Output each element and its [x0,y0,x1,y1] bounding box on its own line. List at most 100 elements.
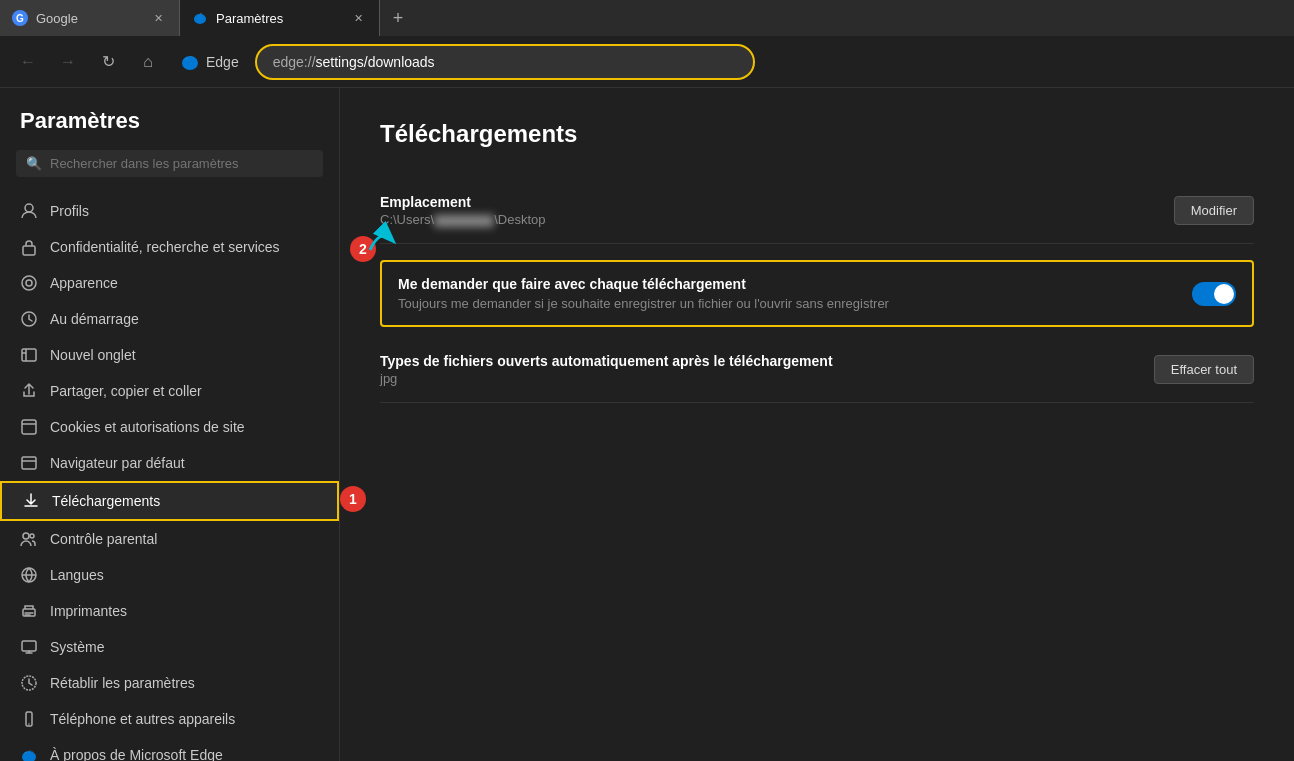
tab-google[interactable]: G Google ✕ [0,0,180,36]
ask-setting-row: Me demander que faire avec chaque téléch… [380,260,1254,327]
sidebar-item-navigateur[interactable]: Navigateur par défaut [0,445,339,481]
address-path: settings/downloads [316,54,435,70]
forward-icon: → [60,53,76,71]
sidebar-item-apropos[interactable]: À propos de Microsoft Edge [0,737,339,761]
svg-rect-7 [22,349,36,361]
svg-point-4 [22,276,36,290]
svg-point-18 [22,751,36,761]
modifier-button[interactable]: Modifier [1174,196,1254,225]
svg-point-0 [194,14,206,24]
sidebar-item-telechargements[interactable]: Téléchargements [0,481,339,521]
sidebar-item-profils[interactable]: Profils [0,193,339,229]
sidebar-item-demarrage[interactable]: Au démarrage [0,301,339,337]
imprimantes-icon [20,602,38,620]
controle-parental-icon [20,530,38,548]
search-box[interactable]: 🔍 [16,150,323,177]
auto-open-label: Types de fichiers ouverts automatiquemen… [380,353,833,369]
new-tab-button[interactable]: + [380,0,416,36]
sidebar-item-telephone[interactable]: Téléphone et autres appareils [0,701,339,737]
edge-label: Edge [206,54,239,70]
sidebar-item-systeme-label: Système [50,639,104,655]
sidebar-title: Paramètres [0,108,339,150]
profils-icon [20,202,38,220]
auto-open-section: Types de fichiers ouverts automatiquemen… [380,337,1254,403]
partager-icon [20,382,38,400]
home-button[interactable]: ⌂ [132,46,164,78]
edge-tab-icon [192,10,208,26]
titlebar: G Google ✕ Paramètres ✕ + [0,0,1294,36]
telephone-icon [20,710,38,728]
effacer-tout-button[interactable]: Effacer tout [1154,355,1254,384]
sidebar-item-langues[interactable]: Langues [0,557,339,593]
back-button[interactable]: ← [12,46,44,78]
forward-button[interactable]: → [52,46,84,78]
sidebar-item-partager[interactable]: Partager, copier et coller [0,373,339,409]
toggle-knob [1214,284,1234,304]
sidebar-item-apparence-label: Apparence [50,275,118,291]
address-bar[interactable]: edge://settings/downloads [255,44,755,80]
auto-open-value: jpg [380,371,833,386]
svg-rect-3 [23,246,35,255]
svg-point-10 [23,533,29,539]
sidebar-item-apparence[interactable]: Apparence [0,265,339,301]
tab-parametres[interactable]: Paramètres ✕ [180,0,380,36]
systeme-icon [20,638,38,656]
cookies-icon [20,418,38,436]
sidebar-item-imprimantes-label: Imprimantes [50,603,127,619]
svg-rect-8 [22,420,36,434]
ask-setting-left: Me demander que faire avec chaque téléch… [398,276,1192,311]
sidebar-item-systeme[interactable]: Système [0,629,339,665]
svg-point-1 [182,56,198,70]
address-text: edge://settings/downloads [273,54,737,70]
tab-google-close[interactable]: ✕ [149,9,167,27]
path-prefix: C:\Users\ [380,212,434,227]
apparence-icon [20,274,38,292]
edge-logo-icon [180,52,200,72]
emplacement-label: Emplacement [380,194,545,210]
emplacement-row: Emplacement C:\Users\ \Desktop Modifier [380,178,1254,244]
path-suffix: \Desktop [494,212,545,227]
sidebar-item-controle-parental-label: Contrôle parental [50,531,157,547]
emplacement-left: Emplacement C:\Users\ \Desktop [380,194,545,227]
nouvel-onglet-icon [20,346,38,364]
sidebar-item-nouvel-onglet[interactable]: Nouvel onglet [0,337,339,373]
sidebar-item-cookies[interactable]: Cookies et autorisations de site [0,409,339,445]
sidebar-item-navigateur-label: Navigateur par défaut [50,455,185,471]
emplacement-section: Emplacement C:\Users\ \Desktop Modifier [380,178,1254,244]
ask-setting-toggle[interactable] [1192,282,1236,306]
tab-google-label: Google [36,11,78,26]
auto-open-left: Types de fichiers ouverts automatiquemen… [380,353,833,386]
sidebar-item-retablir[interactable]: Rétablir les paramètres [0,665,339,701]
svg-point-2 [25,204,33,212]
ask-setting-sub: Toujours me demander si je souhaite enre… [398,296,1192,311]
sidebar-item-retablir-label: Rétablir les paramètres [50,675,195,691]
refresh-button[interactable]: ↻ [92,46,124,78]
page-title: Téléchargements [380,120,1254,148]
home-icon: ⌂ [143,53,153,71]
edge-logo: Edge [172,52,247,72]
sidebar-item-imprimantes[interactable]: Imprimantes [0,593,339,629]
telechargements-icon [22,492,40,510]
tab-parametres-close[interactable]: ✕ [349,9,367,27]
sidebar-item-confidentialite[interactable]: Confidentialité, recherche et services [0,229,339,265]
ask-setting-label: Me demander que faire avec chaque téléch… [398,276,1192,292]
svg-rect-14 [22,641,36,651]
svg-point-5 [26,280,32,286]
apropos-icon [20,746,38,761]
sidebar-item-langues-label: Langues [50,567,104,583]
search-input[interactable] [50,156,313,171]
search-icon: 🔍 [26,156,42,171]
sidebar-item-demarrage-label: Au démarrage [50,311,139,327]
address-protocol: edge:// [273,54,316,70]
sidebar-item-controle-parental[interactable]: Contrôle parental [0,521,339,557]
tab-parametres-label: Paramètres [216,11,283,26]
sidebar: Paramètres 🔍 Profils Confidentialité, re… [0,88,340,761]
sidebar-item-telephone-label: Téléphone et autres appareils [50,711,235,727]
confidentialite-icon [20,238,38,256]
blurred-username [434,215,494,227]
auto-open-row: Types de fichiers ouverts automatiquemen… [380,337,1254,403]
svg-point-17 [28,723,30,725]
sidebar-item-telechargements-label: Téléchargements [52,493,160,509]
navigateur-icon [20,454,38,472]
retablir-icon [20,674,38,692]
